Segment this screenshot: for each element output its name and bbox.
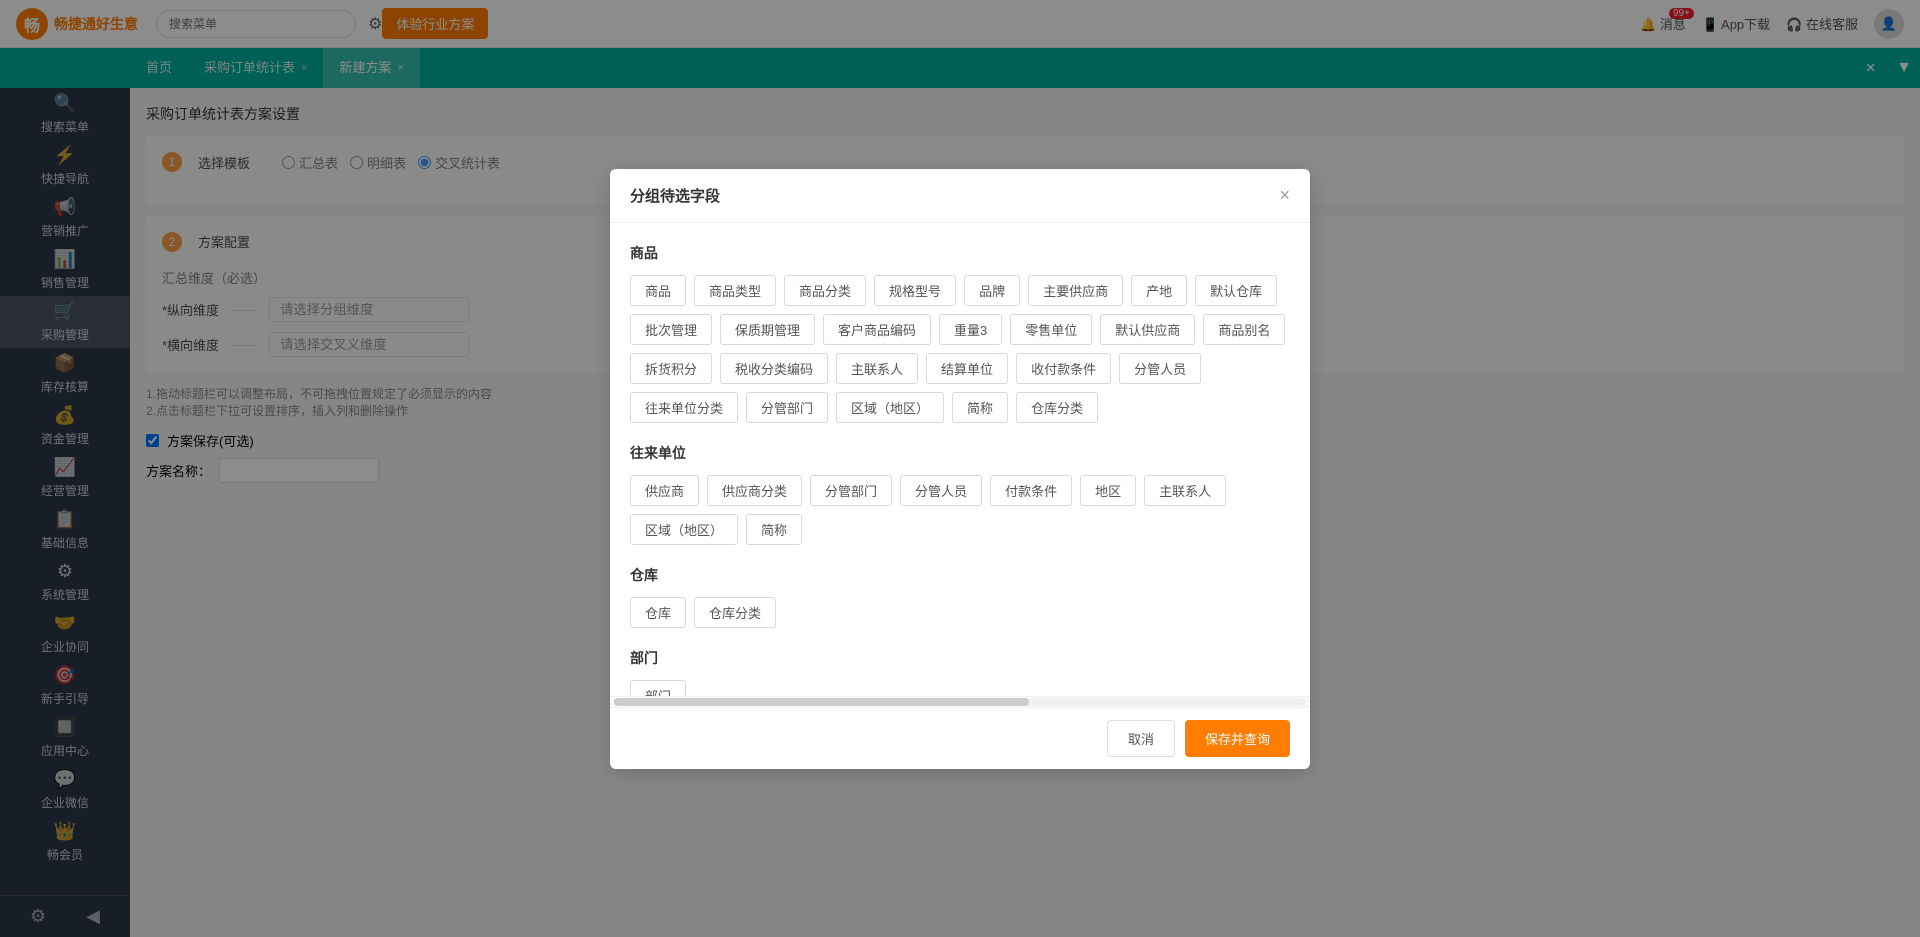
field-warehouse[interactable]: 仓库: [630, 597, 686, 628]
field-default-supplier[interactable]: 默认供应商: [1100, 314, 1195, 345]
modal-cancel-button[interactable]: 取消: [1107, 720, 1175, 757]
field-product-alias[interactable]: 商品别名: [1203, 314, 1285, 345]
product-fields: 商品 商品类型 商品分类 规格型号 品牌 主要供应商 产地 默认仓库 批次管理 …: [630, 275, 1290, 423]
modal-header: 分组待选字段 ×: [610, 169, 1310, 223]
field-party-short[interactable]: 简称: [746, 514, 802, 545]
field-party-region[interactable]: 区域（地区）: [630, 514, 738, 545]
field-short-name[interactable]: 简称: [952, 392, 1008, 423]
field-split-points[interactable]: 拆货积分: [630, 353, 712, 384]
section-warehouse-title: 仓库: [630, 565, 1290, 585]
field-brand[interactable]: 品牌: [964, 275, 1020, 306]
field-dept[interactable]: 部门: [630, 680, 686, 697]
field-supplier-cat[interactable]: 供应商分类: [707, 475, 802, 506]
field-customer-code[interactable]: 客户商品编码: [823, 314, 931, 345]
dept-fields: 部门: [630, 680, 1290, 697]
field-selection-modal: 分组待选字段 × 商品 商品 商品类型 商品分类 规格型号 品牌 主要供应商 产…: [610, 169, 1310, 769]
modal-body: 商品 商品 商品类型 商品分类 规格型号 品牌 主要供应商 产地 默认仓库 批次…: [610, 223, 1310, 697]
field-product-category[interactable]: 商品分类: [784, 275, 866, 306]
field-payment-terms[interactable]: 收付款条件: [1016, 353, 1111, 384]
field-weight[interactable]: 重量3: [939, 314, 1002, 345]
section-party-title: 往来单位: [630, 443, 1290, 463]
party-fields: 供应商 供应商分类 分管部门 分管人员 付款条件 地区 主联系人 区域（地区） …: [630, 475, 1290, 545]
section-dept: 部门 部门: [630, 648, 1290, 697]
field-product-type[interactable]: 商品类型: [694, 275, 776, 306]
field-tax-code[interactable]: 税收分类编码: [720, 353, 828, 384]
modal-overlay: 分组待选字段 × 商品 商品 商品类型 商品分类 规格型号 品牌 主要供应商 产…: [0, 0, 1920, 937]
field-main-contact[interactable]: 主联系人: [836, 353, 918, 384]
field-warehouse-cat[interactable]: 仓库分类: [1016, 392, 1098, 423]
field-product[interactable]: 商品: [630, 275, 686, 306]
field-shelf-life[interactable]: 保质期管理: [720, 314, 815, 345]
section-product: 商品 商品 商品类型 商品分类 规格型号 品牌 主要供应商 产地 默认仓库 批次…: [630, 243, 1290, 423]
field-area[interactable]: 地区: [1080, 475, 1136, 506]
field-party-dept[interactable]: 分管部门: [810, 475, 892, 506]
field-warehouse-category[interactable]: 仓库分类: [694, 597, 776, 628]
field-main-supplier[interactable]: 主要供应商: [1028, 275, 1123, 306]
field-default-warehouse[interactable]: 默认仓库: [1195, 275, 1277, 306]
field-party-supervisor[interactable]: 分管人员: [900, 475, 982, 506]
field-region[interactable]: 区域（地区）: [836, 392, 944, 423]
section-product-title: 商品: [630, 243, 1290, 263]
field-payment-cond[interactable]: 付款条件: [990, 475, 1072, 506]
section-dept-title: 部门: [630, 648, 1290, 668]
field-settle-unit[interactable]: 结算单位: [926, 353, 1008, 384]
field-party-category[interactable]: 往来单位分类: [630, 392, 738, 423]
modal-close-button[interactable]: ×: [1279, 185, 1290, 206]
field-party-contact[interactable]: 主联系人: [1144, 475, 1226, 506]
field-spec-model[interactable]: 规格型号: [874, 275, 956, 306]
modal-title: 分组待选字段: [630, 185, 720, 206]
field-supplier[interactable]: 供应商: [630, 475, 699, 506]
modal-hscroll[interactable]: [610, 696, 1310, 706]
modal-footer: 取消 保存并查询: [610, 707, 1310, 769]
section-party: 往来单位 供应商 供应商分类 分管部门 分管人员 付款条件 地区 主联系人 区域…: [630, 443, 1290, 545]
field-batch-mgmt[interactable]: 批次管理: [630, 314, 712, 345]
field-supervisor[interactable]: 分管人员: [1119, 353, 1201, 384]
field-dept-in-charge[interactable]: 分管部门: [746, 392, 828, 423]
field-retail-unit[interactable]: 零售单位: [1010, 314, 1092, 345]
field-origin[interactable]: 产地: [1131, 275, 1187, 306]
warehouse-fields: 仓库 仓库分类: [630, 597, 1290, 628]
modal-confirm-button[interactable]: 保存并查询: [1185, 720, 1290, 757]
section-warehouse: 仓库 仓库 仓库分类: [630, 565, 1290, 628]
